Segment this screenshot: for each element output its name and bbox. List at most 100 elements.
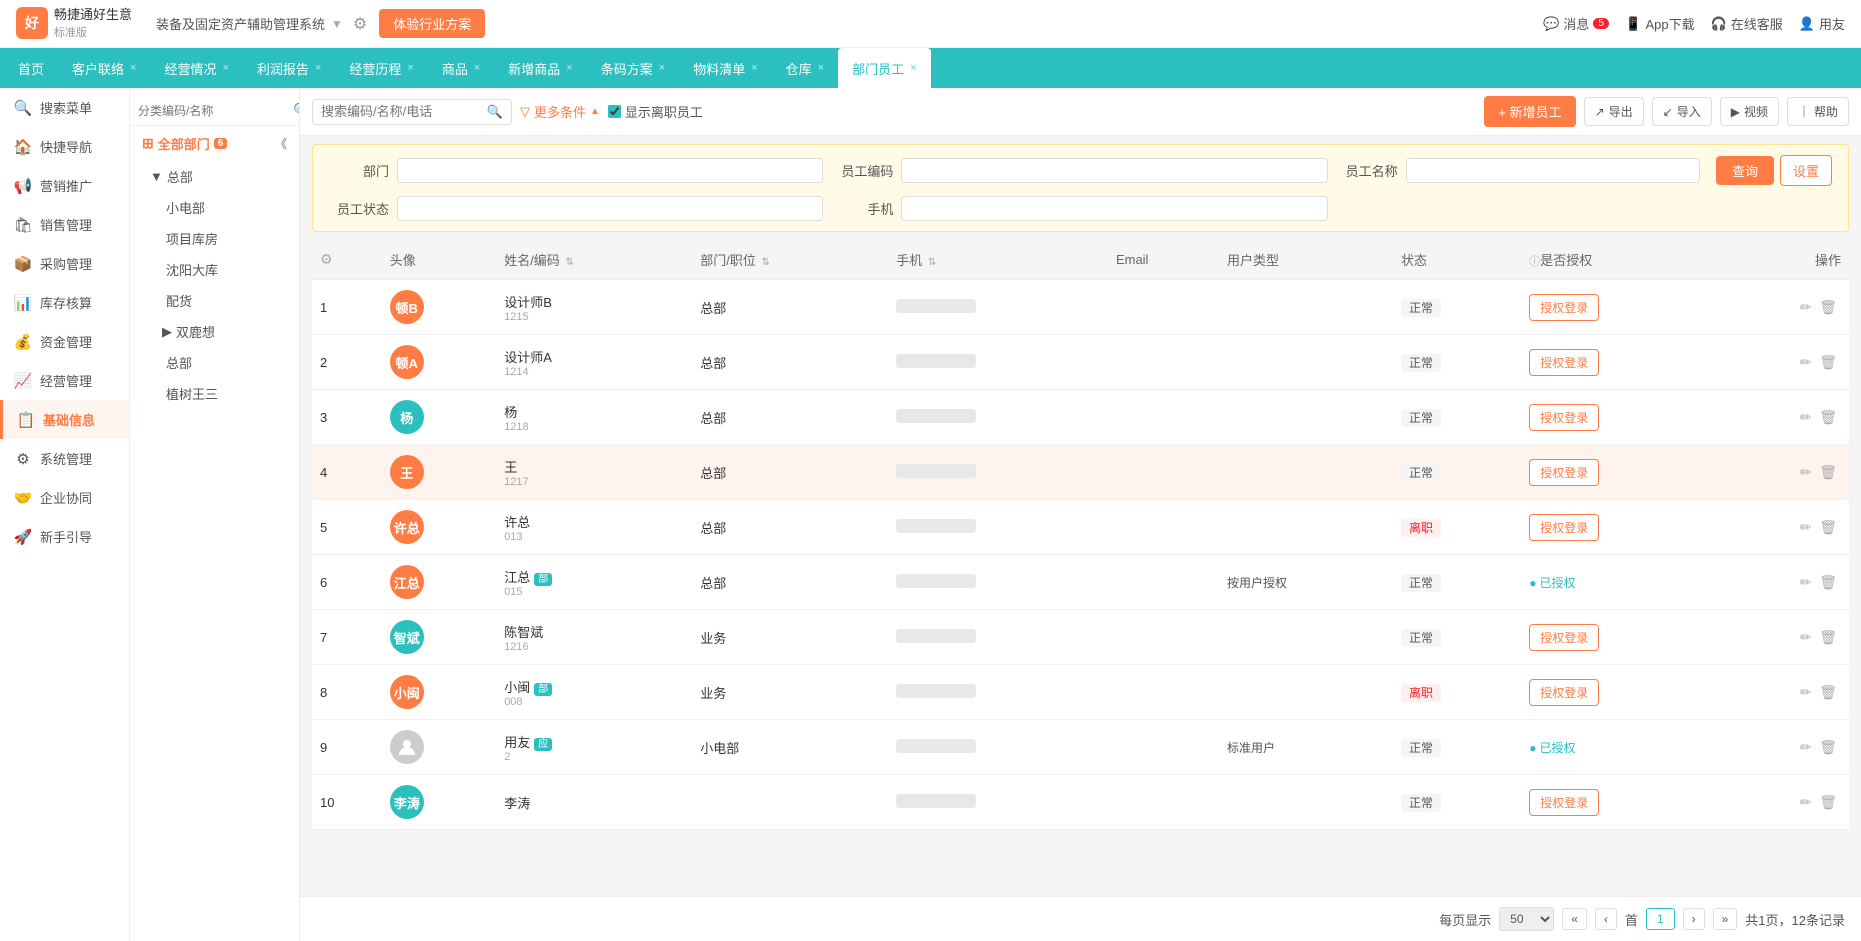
auth-button[interactable]: 授权登录 <box>1529 789 1599 816</box>
auth-button[interactable]: 授权登录 <box>1529 624 1599 651</box>
nav-tab-物料清单[interactable]: 物料清单× <box>679 48 771 88</box>
help-button[interactable]: ｜ 帮助 <box>1787 97 1849 126</box>
dept-node[interactable]: ▼ 总部 <box>130 161 299 192</box>
dept-collapse-btn[interactable]: 《 <box>275 135 287 152</box>
edit-button[interactable]: ✏ <box>1800 739 1812 755</box>
dept-node[interactable]: 小电部 <box>130 192 299 223</box>
nav-tab-利润报告[interactable]: 利润报告× <box>243 48 335 88</box>
delete-button[interactable]: 🗑 <box>1819 684 1837 700</box>
edit-button[interactable]: ✏ <box>1800 629 1812 645</box>
auth-button[interactable]: 授权登录 <box>1529 679 1599 706</box>
delete-button[interactable]: 🗑 <box>1819 409 1837 425</box>
tab-close-icon[interactable]: × <box>566 62 572 74</box>
user-menu[interactable]: 👤 用友 <box>1799 14 1845 33</box>
tab-close-icon[interactable]: × <box>474 62 480 74</box>
delete-button[interactable]: 🗑 <box>1819 299 1837 315</box>
first-page-btn[interactable]: « <box>1562 908 1587 930</box>
edit-button[interactable]: ✏ <box>1800 684 1812 700</box>
delete-button[interactable]: 🗑 <box>1819 354 1837 370</box>
emp-search-input[interactable] <box>321 104 483 119</box>
edit-button[interactable]: ✏ <box>1800 299 1812 315</box>
filter-emp-code-input[interactable] <box>901 158 1327 183</box>
dept-node[interactable]: 沈阳大库 <box>130 254 299 285</box>
delete-button[interactable]: 🗑 <box>1819 519 1837 535</box>
sort-phone-icon[interactable]: ⇅ <box>928 257 936 268</box>
auth-button[interactable]: 授权登录 <box>1529 349 1599 376</box>
auth-button[interactable]: 授权登录 <box>1529 459 1599 486</box>
nav-tab-经营情况[interactable]: 经营情况× <box>150 48 242 88</box>
sidebar-item-finance[interactable]: 💰资金管理 <box>0 322 129 361</box>
tab-close-icon[interactable]: × <box>222 62 228 74</box>
auth-button[interactable]: 授权登录 <box>1529 404 1599 431</box>
nav-tab-商品[interactable]: 商品× <box>428 48 494 88</box>
tab-close-icon[interactable]: × <box>130 62 136 74</box>
tab-close-icon[interactable]: × <box>751 62 757 74</box>
dept-search-input[interactable] <box>138 104 293 118</box>
edit-button[interactable]: ✏ <box>1800 464 1812 480</box>
delete-button[interactable]: 🗑 <box>1819 794 1837 810</box>
edit-button[interactable]: ✏ <box>1800 409 1812 425</box>
export-button[interactable]: ↗ 导出 <box>1584 97 1644 126</box>
set-button[interactable]: 设置 <box>1780 155 1832 186</box>
auth-button[interactable]: 授权登录 <box>1529 514 1599 541</box>
delete-button[interactable]: 🗑 <box>1819 464 1837 480</box>
dept-node[interactable]: 植树王三 <box>130 378 299 409</box>
sort-dept-icon[interactable]: ⇅ <box>761 257 769 268</box>
sidebar-item-guide[interactable]: 🚀新手引导 <box>0 517 129 556</box>
show-resigned-label[interactable]: 显示离职员工 <box>608 102 703 121</box>
page-size-select[interactable]: 50 20 100 <box>1499 907 1554 931</box>
trial-button[interactable]: 体验行业方案 <box>379 9 485 38</box>
edit-button[interactable]: ✏ <box>1800 354 1812 370</box>
filter-dept-select[interactable] <box>397 158 823 183</box>
settings-icon[interactable]: ⚙ <box>353 14 367 34</box>
nav-tab-条码方案[interactable]: 条码方案× <box>587 48 679 88</box>
more-filter-btn[interactable]: ▽ 更多条件 ▲ <box>520 102 600 121</box>
query-button[interactable]: 查询 <box>1716 156 1774 185</box>
dept-node[interactable]: 配货 <box>130 285 299 316</box>
sidebar-item-system[interactable]: ⚙系统管理 <box>0 439 129 478</box>
sidebar-item-marketing[interactable]: 📢营销推广 <box>0 166 129 205</box>
nav-tab-客户联络[interactable]: 客户联络× <box>58 48 150 88</box>
delete-button[interactable]: 🗑 <box>1819 739 1837 755</box>
dept-node[interactable]: ▶ 双鹿想 <box>130 316 299 347</box>
next-page-btn[interactable]: › <box>1683 908 1705 930</box>
prev-page-btn[interactable]: ‹ <box>1595 908 1617 930</box>
sidebar-item-purchase[interactable]: 📦采购管理 <box>0 244 129 283</box>
sidebar-item-operations[interactable]: 📈经营管理 <box>0 361 129 400</box>
filter-phone-input[interactable] <box>901 196 1327 221</box>
emp-search-icon[interactable]: 🔍 <box>487 104 503 120</box>
last-page-btn[interactable]: » <box>1713 908 1738 930</box>
message-btn[interactable]: 💬 消息 5 <box>1543 14 1609 33</box>
show-resigned-checkbox[interactable] <box>608 105 621 118</box>
edit-button[interactable]: ✏ <box>1800 519 1812 535</box>
tab-close-icon[interactable]: × <box>407 62 413 74</box>
nav-tab-部门员工[interactable]: 部门员工× <box>838 48 930 88</box>
delete-button[interactable]: 🗑 <box>1819 629 1837 645</box>
dept-node[interactable]: 总部 <box>130 347 299 378</box>
sidebar-item-basic-info[interactable]: 📋基础信息 <box>0 400 129 439</box>
filter-status-select[interactable] <box>397 196 823 221</box>
nav-tab-经营历程[interactable]: 经营历程× <box>335 48 427 88</box>
support-btn[interactable]: 🎧 在线客服 <box>1711 14 1783 33</box>
dept-search-icon[interactable]: 🔍 <box>293 102 300 119</box>
view-button[interactable]: ▶ 视频 <box>1720 97 1779 126</box>
dept-node[interactable]: 项目库房 <box>130 223 299 254</box>
auth-button[interactable]: 授权登录 <box>1529 294 1599 321</box>
sidebar-item-search[interactable]: 🔍搜索菜单 <box>0 88 129 127</box>
tab-close-icon[interactable]: × <box>315 62 321 74</box>
tab-close-icon[interactable]: × <box>910 62 916 74</box>
dept-all-item[interactable]: ⊞ 全部部门 6 《 <box>130 126 299 161</box>
sidebar-item-inventory[interactable]: 📊库存核算 <box>0 283 129 322</box>
sort-name-icon[interactable]: ⇅ <box>565 257 573 268</box>
col-settings-icon[interactable]: ⚙ <box>320 251 333 267</box>
nav-tab-首页[interactable]: 首页 <box>4 48 58 88</box>
tab-close-icon[interactable]: × <box>659 62 665 74</box>
nav-tab-仓库[interactable]: 仓库× <box>772 48 838 88</box>
edit-button[interactable]: ✏ <box>1800 794 1812 810</box>
sidebar-item-quick-nav[interactable]: 🏠快捷导航 <box>0 127 129 166</box>
filter-emp-name-input[interactable] <box>1406 158 1700 183</box>
sidebar-item-sales[interactable]: 🛍销售管理 <box>0 205 129 244</box>
edit-button[interactable]: ✏ <box>1800 574 1812 590</box>
add-employee-button[interactable]: + 新增员工 <box>1484 96 1575 127</box>
tab-close-icon[interactable]: × <box>818 62 824 74</box>
